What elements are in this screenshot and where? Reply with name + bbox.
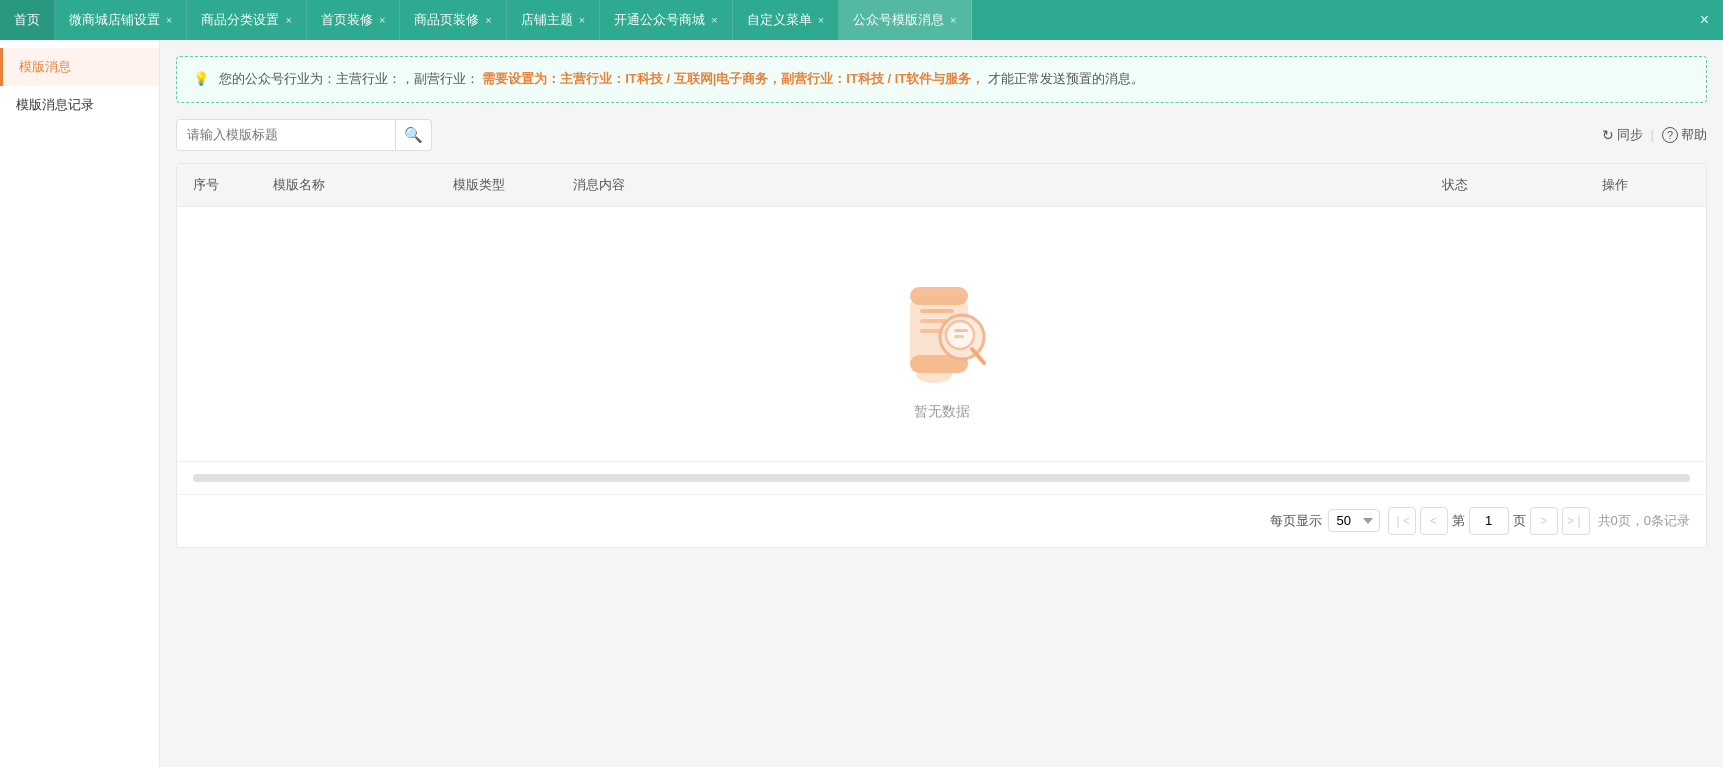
sync-icon: ↻ <box>1602 127 1614 143</box>
svg-rect-10 <box>954 329 968 332</box>
page-label-suffix: 页 <box>1513 512 1526 530</box>
nav-tab-template-msg-label: 公众号模版消息 <box>853 11 944 29</box>
nav-tab-custom-menu[interactable]: 自定义菜单 × <box>733 0 839 40</box>
close-home-decor-icon[interactable]: × <box>379 14 385 26</box>
notice-box: 💡 您的公众号行业为：主营行业：，副营行业： 需要设置为：主营行业：IT科技 /… <box>176 56 1707 103</box>
nav-tab-category-settings[interactable]: 商品分类设置 × <box>187 0 306 40</box>
page-label-prefix: 第 <box>1452 512 1465 530</box>
notice-icon: 💡 <box>193 71 209 86</box>
pagination: 每页显示 50 20 100 ❘< < 第 页 > >❘ 共0页，0条记 <box>177 494 1706 547</box>
divider: | <box>1651 127 1654 142</box>
page-size-dropdown[interactable]: 50 20 100 <box>1328 509 1380 532</box>
search-button[interactable]: 🔍 <box>396 119 432 151</box>
svg-rect-11 <box>954 335 964 338</box>
total-info: 共0页，0条记录 <box>1598 512 1690 530</box>
col-header-name: 模版名称 <box>257 164 437 206</box>
table-container: 序号 模版名称 模版类型 消息内容 状态 操作 <box>176 163 1707 548</box>
close-all-tabs-button[interactable]: × <box>1686 11 1723 29</box>
col-header-status: 状态 <box>1426 164 1586 206</box>
sidebar-item-template-msg-record-label: 模版消息记录 <box>16 97 94 112</box>
page-size-select: 每页显示 50 20 100 <box>1270 509 1380 532</box>
nav-tab-category-settings-label: 商品分类设置 <box>201 11 279 29</box>
empty-state-icon <box>882 267 1002 387</box>
close-store-theme-icon[interactable]: × <box>579 14 585 26</box>
top-nav: 首页 微商城店铺设置 × 商品分类设置 × 首页装修 × 商品页装修 × 店铺主… <box>0 0 1723 40</box>
search-input[interactable] <box>176 119 396 151</box>
table-header: 序号 模版名称 模版类型 消息内容 状态 操作 <box>177 164 1706 207</box>
search-right: ↻ 同步 | ? 帮助 <box>1602 126 1707 144</box>
notice-text-prefix: 您的公众号行业为：主营行业：，副营行业： <box>219 71 479 86</box>
nav-tab-open-mall[interactable]: 开通公众号商城 × <box>600 0 732 40</box>
sidebar: 模版消息 模版消息记录 <box>0 40 160 767</box>
page-number-input[interactable] <box>1469 507 1509 535</box>
svg-rect-2 <box>910 287 968 305</box>
sync-label: 同步 <box>1617 126 1643 144</box>
nav-tab-custom-menu-label: 自定义菜单 <box>747 11 812 29</box>
page-size-label: 每页显示 <box>1270 512 1322 530</box>
horizontal-scrollbar[interactable] <box>193 474 1690 482</box>
main-layout: 模版消息 模版消息记录 💡 您的公众号行业为：主营行业：，副营行业： 需要设置为… <box>0 40 1723 767</box>
col-header-action: 操作 <box>1586 164 1706 206</box>
sync-button[interactable]: ↻ 同步 <box>1602 126 1643 144</box>
nav-tab-product-decor[interactable]: 商品页装修 × <box>400 0 506 40</box>
search-left: 🔍 <box>176 119 432 151</box>
help-button[interactable]: ? 帮助 <box>1662 126 1707 144</box>
close-product-decor-icon[interactable]: × <box>485 14 491 26</box>
close-category-settings-icon[interactable]: × <box>285 14 291 26</box>
col-header-content: 消息内容 <box>557 164 1426 206</box>
close-template-msg-icon[interactable]: × <box>950 14 956 26</box>
help-label: 帮助 <box>1681 126 1707 144</box>
close-custom-menu-icon[interactable]: × <box>818 14 824 26</box>
nav-tab-product-decor-label: 商品页装修 <box>414 11 479 29</box>
sidebar-item-template-msg-record[interactable]: 模版消息记录 <box>0 86 159 124</box>
notice-text-suffix: 才能正常发送预置的消息。 <box>988 71 1144 86</box>
nav-tab-home[interactable]: 首页 <box>0 0 55 40</box>
nav-tab-store-settings-label: 微商城店铺设置 <box>69 11 160 29</box>
nav-tab-open-mall-label: 开通公众号商城 <box>614 11 705 29</box>
next-page-button[interactable]: > <box>1530 507 1558 535</box>
svg-rect-4 <box>920 309 954 313</box>
close-store-settings-icon[interactable]: × <box>166 14 172 26</box>
first-page-button[interactable]: ❘< <box>1388 507 1416 535</box>
col-header-index: 序号 <box>177 164 257 206</box>
last-page-button[interactable]: >❘ <box>1562 507 1590 535</box>
sidebar-item-template-msg-label: 模版消息 <box>19 59 71 74</box>
nav-tab-store-settings[interactable]: 微商城店铺设置 × <box>55 0 187 40</box>
scrollbar-area[interactable] <box>177 461 1706 494</box>
search-bar: 🔍 ↻ 同步 | ? 帮助 <box>176 119 1707 151</box>
empty-state: 暂无数据 <box>177 207 1706 461</box>
nav-tab-template-msg[interactable]: 公众号模版消息 × <box>839 0 971 40</box>
sidebar-item-template-msg[interactable]: 模版消息 <box>0 48 159 86</box>
empty-text: 暂无数据 <box>914 403 970 421</box>
prev-page-button[interactable]: < <box>1420 507 1448 535</box>
help-icon: ? <box>1662 127 1678 143</box>
nav-tab-store-theme-label: 店铺主题 <box>521 11 573 29</box>
col-header-type: 模版类型 <box>437 164 557 206</box>
nav-tab-home-decor-label: 首页装修 <box>321 11 373 29</box>
page-nav: ❘< < 第 页 > >❘ <box>1388 507 1590 535</box>
content-area: 💡 您的公众号行业为：主营行业：，副营行业： 需要设置为：主营行业：IT科技 /… <box>160 40 1723 767</box>
nav-tab-home-label: 首页 <box>14 11 40 29</box>
nav-tab-home-decor[interactable]: 首页装修 × <box>307 0 400 40</box>
search-icon: 🔍 <box>404 126 423 144</box>
close-open-mall-icon[interactable]: × <box>711 14 717 26</box>
nav-tab-store-theme[interactable]: 店铺主题 × <box>507 0 600 40</box>
notice-text-highlight: 需要设置为：主营行业：IT科技 / 互联网|电子商务，副营行业：IT科技 / I… <box>482 71 984 86</box>
